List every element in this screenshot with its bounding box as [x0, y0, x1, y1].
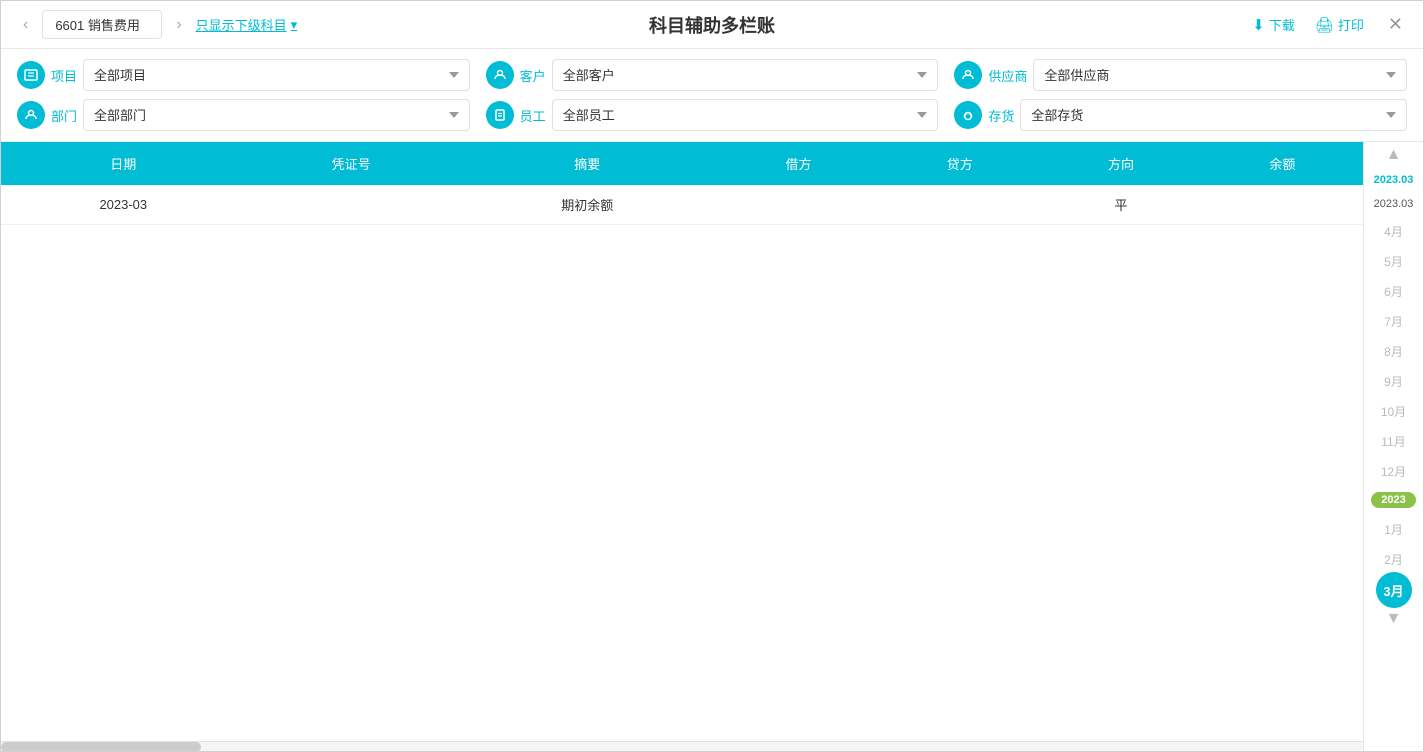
project-icon: [17, 61, 45, 89]
next-button[interactable]: ›: [170, 14, 187, 36]
title-actions: ⬇ 下载 🖨 打印 ✕: [1252, 14, 1407, 35]
timeline-month-12[interactable]: 12月: [1364, 456, 1423, 486]
timeline-month-2[interactable]: 2月: [1364, 544, 1423, 574]
main-content: 日期 凭证号 摘要 借方 贷方 方向 余额 2023-03 期初余额: [1, 142, 1423, 751]
timeline-month-7[interactable]: 7月: [1364, 306, 1423, 336]
show-sub-label: 只显示下级科目: [196, 15, 287, 34]
table-area: 日期 凭证号 摘要 借方 贷方 方向 余额 2023-03 期初余额: [1, 142, 1363, 751]
timeline-month-3-active[interactable]: 3月: [1376, 572, 1412, 608]
timeline-month-6[interactable]: 6月: [1364, 276, 1423, 306]
col-balance: 余额: [1202, 142, 1363, 185]
project-select[interactable]: 全部项目: [83, 59, 470, 91]
customer-label: 客户: [520, 66, 546, 85]
download-button[interactable]: ⬇ 下载: [1252, 15, 1295, 34]
print-button[interactable]: 🖨 打印: [1315, 15, 1364, 34]
timeline-month-8[interactable]: 8月: [1364, 336, 1423, 366]
cell-direction: 平: [1040, 185, 1201, 225]
employee-label: 员工: [520, 106, 546, 125]
timeline-month-11[interactable]: 11月: [1364, 426, 1423, 456]
table-row: 2023-03 期初余额 平: [1, 185, 1363, 225]
timeline-up-arrow[interactable]: ▲: [1364, 142, 1423, 168]
filter-dept: 部门 全部部门: [17, 99, 470, 131]
subject-tag: 6601 销售费用: [42, 10, 162, 39]
filter-area: 项目 全部项目 客户 全部客户 供应商 全部供: [1, 49, 1423, 142]
download-label: 下载: [1269, 15, 1295, 34]
chevron-down-icon: ▾: [291, 17, 298, 33]
timeline-sidebar: ▲ 2023.03 2023.03 4月 5月 6月 7月 8月 9月 10月 …: [1363, 142, 1423, 751]
col-credit: 贷方: [879, 142, 1040, 185]
project-label: 项目: [51, 66, 77, 85]
timeline-month-9[interactable]: 9月: [1364, 366, 1423, 396]
col-voucher: 凭证号: [246, 142, 457, 185]
timeline-item-top2[interactable]: 2023.03: [1364, 192, 1423, 216]
timeline-item-top1[interactable]: 2023.03: [1364, 168, 1423, 192]
inventory-label: 存货: [988, 106, 1014, 125]
employee-icon: [486, 101, 514, 129]
filter-supplier: 供应商 全部供应商: [954, 59, 1407, 91]
timeline-month-10[interactable]: 10月: [1364, 396, 1423, 426]
inventory-icon: [954, 101, 982, 129]
subject-code: 6601: [55, 18, 84, 33]
col-debit: 借方: [718, 142, 879, 185]
cell-debit: [718, 185, 879, 225]
cell-credit: [879, 185, 1040, 225]
cell-balance: [1202, 185, 1363, 225]
filter-row-2: 部门 全部部门 员工 全部员工 存货 全部存货: [17, 99, 1407, 131]
filter-customer: 客户 全部客户: [486, 59, 939, 91]
print-icon: 🖨: [1315, 16, 1334, 34]
supplier-label: 供应商: [988, 66, 1027, 85]
page-title: 科目辅助多栏账: [649, 12, 775, 38]
timeline-month-3-container: 3月: [1364, 574, 1423, 606]
show-sub-button[interactable]: 只显示下级科目 ▾: [196, 15, 298, 34]
col-summary: 摘要: [457, 142, 718, 185]
timeline-down-arrow[interactable]: ▼: [1364, 606, 1423, 632]
main-window: ‹ 6601 销售费用 › 只显示下级科目 ▾ 科目辅助多栏账 ⬇ 下载 🖨 打…: [0, 0, 1424, 752]
col-direction: 方向: [1040, 142, 1201, 185]
h-scrollbar-thumb[interactable]: [1, 742, 201, 751]
filter-employee: 员工 全部员工: [486, 99, 939, 131]
prev-button[interactable]: ‹: [17, 14, 34, 36]
filter-inventory: 存货 全部存货: [954, 99, 1407, 131]
dept-icon: [17, 101, 45, 129]
filter-project: 项目 全部项目: [17, 59, 470, 91]
timeline-month-4[interactable]: 4月: [1364, 216, 1423, 246]
customer-icon: [486, 61, 514, 89]
dept-select[interactable]: 全部部门: [83, 99, 470, 131]
timeline-month-5[interactable]: 5月: [1364, 246, 1423, 276]
table-header-row: 日期 凭证号 摘要 借方 贷方 方向 余额: [1, 142, 1363, 185]
ledger-table: 日期 凭证号 摘要 借方 贷方 方向 余额 2023-03 期初余额: [1, 142, 1363, 225]
h-scrollbar[interactable]: [1, 741, 1363, 751]
title-left: ‹ 6601 销售费用 › 只显示下级科目 ▾: [17, 10, 297, 39]
supplier-select[interactable]: 全部供应商: [1033, 59, 1407, 91]
subject-name: 销售费用: [88, 18, 140, 33]
cell-summary: 期初余额: [457, 185, 718, 225]
print-label: 打印: [1338, 15, 1364, 34]
filter-row-1: 项目 全部项目 客户 全部客户 供应商 全部供: [17, 59, 1407, 91]
customer-select[interactable]: 全部客户: [552, 59, 939, 91]
dept-label: 部门: [51, 106, 77, 125]
title-bar: ‹ 6601 销售费用 › 只显示下级科目 ▾ 科目辅助多栏账 ⬇ 下载 🖨 打…: [1, 1, 1423, 49]
timeline-year-container: 2023: [1364, 486, 1423, 514]
inventory-select[interactable]: 全部存货: [1020, 99, 1407, 131]
timeline-month-1[interactable]: 1月: [1364, 514, 1423, 544]
supplier-icon: [954, 61, 982, 89]
cell-date: 2023-03: [1, 185, 246, 225]
cell-voucher: [246, 185, 457, 225]
download-icon: ⬇: [1252, 16, 1265, 34]
close-button[interactable]: ✕: [1384, 14, 1407, 35]
col-date: 日期: [1, 142, 246, 185]
timeline-year-2023[interactable]: 2023: [1371, 492, 1415, 508]
employee-select[interactable]: 全部员工: [552, 99, 939, 131]
